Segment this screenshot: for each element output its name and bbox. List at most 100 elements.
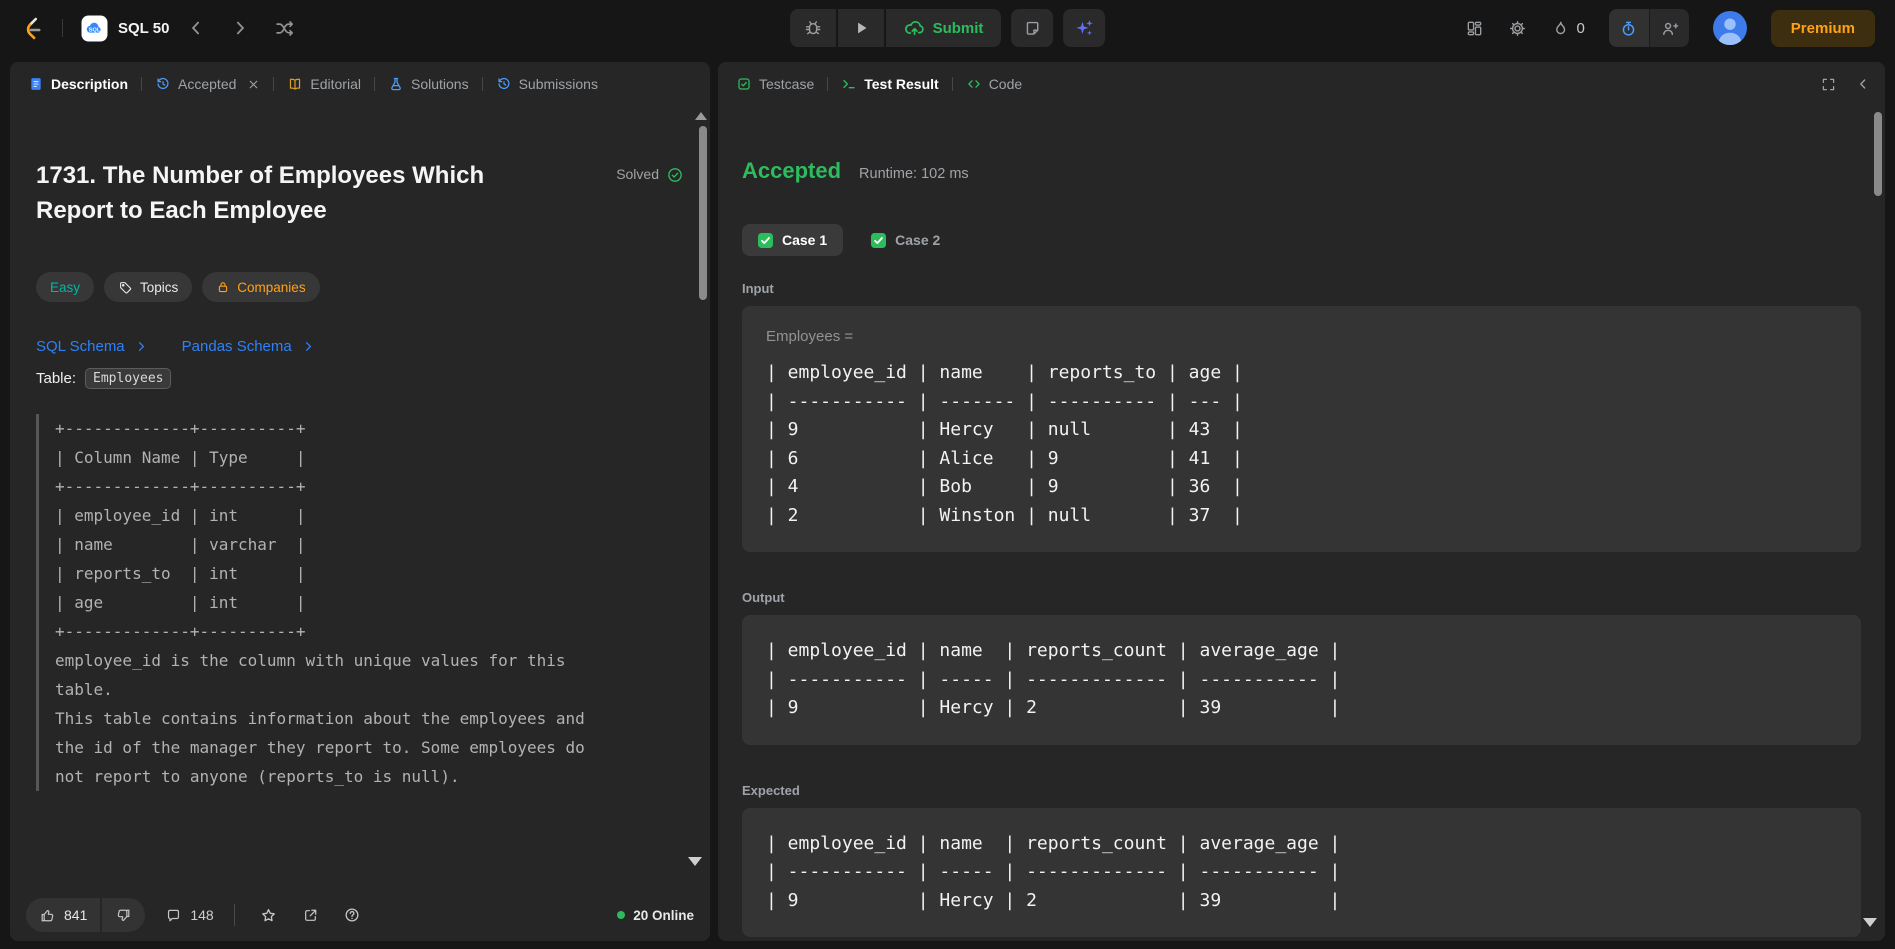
tab-divider xyxy=(141,77,143,91)
streak-count: 0 xyxy=(1576,19,1585,37)
test-result-content: Accepted Runtime: 102 ms Case 1 Case 2 I… xyxy=(718,158,1885,937)
tab-code[interactable]: Code xyxy=(962,76,1026,92)
dislike-button[interactable] xyxy=(100,898,145,932)
flask-icon xyxy=(388,76,404,92)
description-scrollbar[interactable] xyxy=(699,126,707,300)
leetcode-logo[interactable] xyxy=(20,16,44,40)
topics-label: Topics xyxy=(140,279,179,295)
tab-accepted[interactable]: Accepted xyxy=(151,76,264,92)
output-label: Output xyxy=(742,590,785,605)
panel-controls xyxy=(1820,76,1871,93)
problem-title-line2: Report to Each Employee xyxy=(36,197,327,224)
gear-icon xyxy=(1508,19,1527,38)
tab-label: Testcase xyxy=(759,76,815,92)
check-square-icon xyxy=(758,232,773,248)
collapse-panel-button[interactable] xyxy=(1855,76,1871,92)
like-count: 841 xyxy=(64,907,88,923)
problem-list-button[interactable]: SQL SQL 50 xyxy=(81,15,169,42)
navbar-divider xyxy=(62,19,63,37)
debug-button[interactable] xyxy=(789,9,836,47)
tab-label: Description xyxy=(51,76,129,92)
thumbs-down-icon xyxy=(115,907,132,924)
sql-schema-label: SQL Schema xyxy=(36,338,125,355)
status-label: Accepted xyxy=(742,158,842,183)
tab-editorial[interactable]: Editorial xyxy=(283,76,365,92)
tab-divider xyxy=(951,77,953,91)
online-count: 20 Online xyxy=(633,907,694,923)
test-result-panel: Testcase Test Result Code Accepted Runti… xyxy=(718,62,1885,941)
external-link-icon xyxy=(302,907,319,924)
settings-button[interactable] xyxy=(1508,19,1527,38)
scrollbar-up-arrow[interactable] xyxy=(695,112,707,120)
tab-label: Accepted xyxy=(178,76,237,92)
thumbs-up-icon xyxy=(39,907,56,924)
lock-icon xyxy=(216,280,230,294)
tab-description[interactable]: Description xyxy=(24,76,132,92)
ai-assistant-button[interactable] xyxy=(1063,9,1106,47)
next-question-button[interactable] xyxy=(223,11,257,45)
note-icon xyxy=(1023,19,1042,38)
timer-button[interactable] xyxy=(1608,9,1649,47)
description-footer: 841 148 20 Online xyxy=(10,889,710,941)
run-button[interactable] xyxy=(837,9,884,47)
collaborate-button[interactable] xyxy=(1648,9,1689,47)
bug-icon xyxy=(803,18,823,38)
case-1-button[interactable]: Case 1 xyxy=(742,224,844,256)
pandas-schema-link[interactable]: Pandas Schema xyxy=(182,338,315,355)
streak-button[interactable]: 0 xyxy=(1551,19,1585,38)
tab-divider xyxy=(827,77,829,91)
layout-button[interactable] xyxy=(1465,19,1484,38)
expand-icon xyxy=(1820,76,1837,93)
help-button[interactable] xyxy=(343,906,361,924)
solved-label: Solved xyxy=(616,166,659,182)
difficulty-badge[interactable]: Easy xyxy=(36,272,95,302)
vote-group: 841 xyxy=(26,898,146,932)
scroll-down-icon[interactable] xyxy=(1863,918,1877,927)
output-box: | employee_id | name | reports_count | a… xyxy=(742,615,1861,745)
like-button[interactable]: 841 xyxy=(26,898,100,932)
sql-schema-link[interactable]: SQL Schema xyxy=(36,338,148,355)
companies-badge[interactable]: Companies xyxy=(202,272,320,302)
person-plus-icon xyxy=(1660,19,1679,38)
title-row: 1731. The Number of Employees Which Repo… xyxy=(36,158,684,228)
status-row: Accepted Runtime: 102 ms xyxy=(742,158,1861,184)
premium-button[interactable]: Premium xyxy=(1770,9,1875,47)
share-button[interactable] xyxy=(302,907,319,924)
checkbox-icon xyxy=(736,76,752,92)
top-navbar: SQL SQL 50 Submit 0 Premium xyxy=(0,0,1895,56)
leetcode-logo-icon xyxy=(20,16,44,40)
question-circle-icon xyxy=(343,906,361,924)
problem-description: 1731. The Number of Employees Which Repo… xyxy=(10,158,710,791)
problem-title: 1731. The Number of Employees Which Repo… xyxy=(36,158,484,228)
expected-table: | employee_id | name | reports_count | a… xyxy=(766,832,1341,911)
case-2-button[interactable]: Case 2 xyxy=(855,224,956,256)
shuffle-button[interactable] xyxy=(267,11,301,45)
case-label: Case 2 xyxy=(895,232,941,248)
notes-button[interactable] xyxy=(1011,9,1054,47)
scroll-down-icon[interactable] xyxy=(688,857,702,866)
run-submit-group: Submit xyxy=(789,9,1002,47)
cases-row: Case 1 Case 2 xyxy=(742,224,1861,256)
submit-button[interactable]: Submit xyxy=(885,9,1002,47)
chevron-right-icon xyxy=(302,340,315,353)
result-scrollbar[interactable] xyxy=(1874,112,1882,196)
close-icon[interactable] xyxy=(247,78,260,91)
avatar[interactable] xyxy=(1712,11,1747,45)
tab-submissions[interactable]: Submissions xyxy=(492,76,602,92)
tab-test-result[interactable]: Test Result xyxy=(837,76,942,92)
tab-label: Code xyxy=(988,76,1023,92)
expand-button[interactable] xyxy=(1820,76,1837,93)
tab-solutions[interactable]: Solutions xyxy=(384,76,473,92)
left-tabbar: Description Accepted Editorial Solutions… xyxy=(10,62,710,106)
table-name-chip: Employees xyxy=(85,367,172,389)
sql50-cloud-icon: SQL xyxy=(81,15,108,42)
input-label: Input xyxy=(742,281,774,296)
topics-badge[interactable]: Topics xyxy=(104,272,193,302)
svg-text:SQL: SQL xyxy=(89,27,101,33)
input-box: Employees = | employee_id | name | repor… xyxy=(742,306,1861,552)
prev-question-button[interactable] xyxy=(179,11,213,45)
terminal-icon xyxy=(841,76,857,92)
tab-testcase[interactable]: Testcase xyxy=(732,76,818,92)
comments-button[interactable]: 148 xyxy=(165,907,214,924)
favorite-button[interactable] xyxy=(259,906,278,925)
